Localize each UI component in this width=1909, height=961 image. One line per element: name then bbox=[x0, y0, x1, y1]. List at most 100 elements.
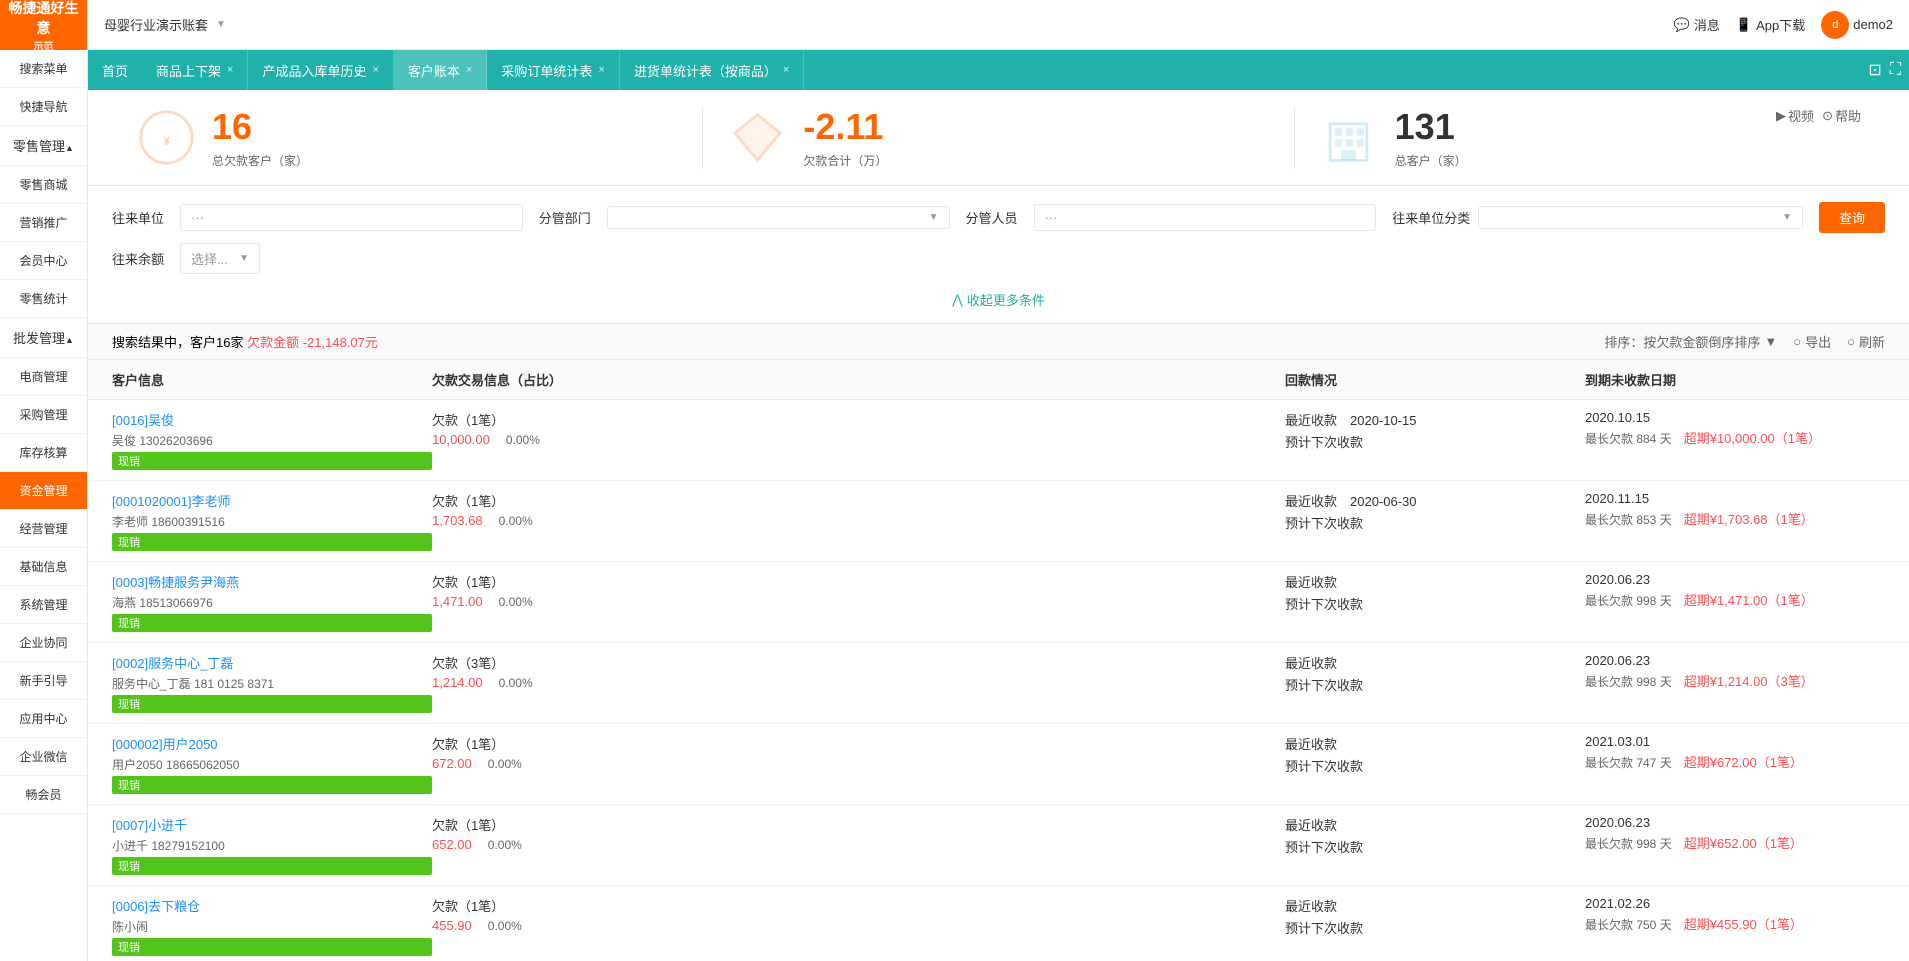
customer-name-link[interactable]: [0003]畅捷服务尹海燕 bbox=[112, 572, 432, 591]
overdue-link[interactable]: 超期¥652.00（1笔） bbox=[1684, 836, 1803, 851]
debt-count: 欠款（1笔） bbox=[432, 896, 1285, 915]
tab-label: 客户账本 bbox=[408, 61, 460, 80]
diamond-icon bbox=[727, 108, 787, 168]
debt-amount: 672.00 bbox=[432, 756, 472, 771]
customer-name-link[interactable]: [0016]吴俊 bbox=[112, 410, 432, 429]
sidebar-item-15[interactable]: 企业协同 bbox=[0, 624, 87, 662]
overdue-info-2: 2020.06.23 最长欠款 998 天 超期¥1,471.00（1笔） bbox=[1585, 572, 1885, 609]
stat-card-3: 131 总客户（家） ▶ 视频 ⊙ 帮助 bbox=[1295, 106, 1885, 169]
customer-phone: 小进千 18279152100 bbox=[112, 837, 432, 854]
tab-item-4[interactable]: 进货单统计表（按商品） × bbox=[620, 50, 804, 90]
sidebar-item-5[interactable]: 会员中心 bbox=[0, 242, 87, 280]
branch-dept-select[interactable]: ▼ bbox=[607, 206, 950, 229]
refresh-btn[interactable]: ○ 刷新 bbox=[1847, 332, 1885, 351]
tab-close-btn[interactable]: × bbox=[227, 64, 233, 76]
sidebar-item-18[interactable]: 企业微信 bbox=[0, 738, 87, 776]
branch-person-input[interactable]: ··· bbox=[1034, 204, 1377, 231]
customer-tag: 现销 bbox=[112, 614, 432, 632]
arrow-icon: ▲ bbox=[65, 335, 74, 345]
tab-item-1[interactable]: 产成品入库单历史× bbox=[248, 50, 393, 90]
sidebar-item-12[interactable]: 经营管理 bbox=[0, 510, 87, 548]
sidebar-item-7[interactable]: 批发管理▲ bbox=[0, 318, 87, 358]
topbar-right: 💬 消息 📱 App下载 d demo2 bbox=[1674, 11, 1893, 39]
sidebar-item-16[interactable]: 新手引导 bbox=[0, 662, 87, 700]
tab-close-btn[interactable]: × bbox=[466, 64, 472, 76]
overdue-link[interactable]: 超期¥455.90（1笔） bbox=[1684, 917, 1803, 932]
balance-select[interactable]: 选择... ▼ bbox=[180, 243, 260, 274]
customer-info-1: [0001020001]李老师 李老师 18600391516 现销 bbox=[112, 491, 432, 551]
tab-item-3[interactable]: 采购订单统计表× bbox=[487, 50, 619, 90]
customer-phone: 海燕 18513066976 bbox=[112, 594, 432, 611]
sidebar-item-2[interactable]: 零售管理▲ bbox=[0, 126, 87, 166]
sidebar-item-19[interactable]: 畅会员 bbox=[0, 776, 87, 814]
debt-total-value: 欠款金额 -21,148.07元 bbox=[247, 335, 378, 350]
app-download-btn[interactable]: 📱 App下载 bbox=[1736, 15, 1805, 34]
debt-info-1: 欠款（1笔） 1,703.68 0.00% bbox=[432, 491, 1285, 528]
debt-count: 欠款（1笔） bbox=[432, 815, 1285, 834]
overdue-link[interactable]: 超期¥1,703.68（1笔） bbox=[1684, 512, 1814, 527]
overdue-link[interactable]: 超期¥10,000.00（1笔） bbox=[1684, 431, 1821, 446]
tab-close-btn[interactable]: × bbox=[372, 64, 378, 76]
collapse-btn[interactable]: ⋀ 收起更多条件 bbox=[112, 284, 1885, 315]
tab-close-btn[interactable]: × bbox=[598, 64, 604, 76]
sidebar-item-6[interactable]: 零售统计 bbox=[0, 280, 87, 318]
user-menu-btn[interactable]: d demo2 bbox=[1821, 11, 1893, 39]
sidebar-item-8[interactable]: 电商管理 bbox=[0, 358, 87, 396]
customer-name-link[interactable]: [000002]用户2050 bbox=[112, 734, 432, 753]
debt-amount: 455.90 bbox=[432, 918, 472, 933]
overdue-link[interactable]: 超期¥1,471.00（1笔） bbox=[1684, 593, 1814, 608]
customer-tag: 现销 bbox=[112, 857, 432, 875]
overdue-link[interactable]: 超期¥1,214.00（3笔） bbox=[1684, 674, 1814, 689]
window-restore-icon[interactable]: ⊡ bbox=[1868, 60, 1881, 80]
tab-label: 商品上下架 bbox=[156, 61, 221, 80]
sidebar-item-3[interactable]: 零售商城 bbox=[0, 166, 87, 204]
tab-home[interactable]: 首页 bbox=[88, 50, 142, 90]
overdue-date: 2020.11.15 bbox=[1585, 491, 1885, 506]
customer-name-link[interactable]: [0002]服务中心_丁磊 bbox=[112, 653, 432, 672]
stat-top-actions: ▶ 视频 ⊙ 帮助 bbox=[1776, 106, 1861, 125]
dropdown-icon[interactable]: ▼ bbox=[216, 19, 226, 30]
sidebar-item-11[interactable]: 资金管理 bbox=[0, 472, 87, 510]
sidebar-item-1[interactable]: 快捷导航 bbox=[0, 88, 87, 126]
source-unit-input[interactable]: ··· bbox=[180, 204, 523, 231]
industry-label[interactable]: 母婴行业演示账套 bbox=[104, 15, 208, 34]
overdue-link[interactable]: 超期¥672.00（1笔） bbox=[1684, 755, 1803, 770]
video-btn[interactable]: ▶ 视频 bbox=[1776, 106, 1814, 125]
message-btn[interactable]: 💬 消息 bbox=[1674, 15, 1720, 34]
overdue-days: 最长欠款 747 天 超期¥672.00（1笔） bbox=[1585, 752, 1885, 771]
tab-item-2[interactable]: 客户账本 × bbox=[394, 50, 487, 90]
source-unit-class-select[interactable]: ▼ bbox=[1478, 206, 1803, 229]
table-row-4: [000002]用户2050 用户2050 18665062050 现销 欠款（… bbox=[88, 724, 1909, 804]
tab-item-0[interactable]: 商品上下架 × bbox=[142, 50, 248, 90]
customer-name-link[interactable]: [0006]去下粮仓 bbox=[112, 896, 432, 915]
sidebar-item-14[interactable]: 系统管理 bbox=[0, 586, 87, 624]
help-btn[interactable]: ⊙ 帮助 bbox=[1822, 106, 1861, 125]
tab-label: 进货单统计表（按商品） bbox=[634, 61, 777, 80]
filter-row-1: 往来单位 ··· 分管部门 ▼ 分管人员 ··· bbox=[112, 202, 1885, 233]
export-label: 导出 bbox=[1805, 332, 1831, 351]
sort-label: 排序：按欠款金额倒序排序 ▼ bbox=[1604, 332, 1777, 351]
last-collection-label: 最近收款 bbox=[1285, 896, 1585, 915]
debt-amount: 1,471.00 bbox=[432, 594, 483, 609]
sidebar-item-4[interactable]: 营销推广 bbox=[0, 204, 87, 242]
tab-close-btn[interactable]: × bbox=[783, 64, 789, 76]
refresh-label: 刷新 bbox=[1859, 332, 1885, 351]
overdue-info-4: 2021.03.01 最长欠款 747 天 超期¥672.00（1笔） bbox=[1585, 734, 1885, 771]
window-expand-icon[interactable]: ⛶ bbox=[1890, 61, 1901, 79]
table-row-5: [0007]小进千 小进千 18279152100 现销 欠款（1笔） 652.… bbox=[88, 805, 1909, 885]
sidebar-logo: 畅捷通好生意 示范 bbox=[0, 0, 87, 50]
customer-name-link[interactable]: [0001020001]李老师 bbox=[112, 491, 432, 510]
sidebar-item-10[interactable]: 库存核算 bbox=[0, 434, 87, 472]
sidebar-item-9[interactable]: 采购管理 bbox=[0, 396, 87, 434]
sidebar-item-0[interactable]: 搜索菜单 bbox=[0, 50, 87, 88]
filter-source-unit-class: 往来单位分类 ▼ bbox=[1392, 206, 1803, 229]
query-button[interactable]: 查询 bbox=[1819, 202, 1885, 233]
customer-name-link[interactable]: [0007]小进千 bbox=[112, 815, 432, 834]
overdue-date: 2020.06.23 bbox=[1585, 572, 1885, 587]
sidebar-item-13[interactable]: 基础信息 bbox=[0, 548, 87, 586]
sidebar-item-17[interactable]: 应用中心 bbox=[0, 700, 87, 738]
tabs-right-actions: ⊡ ⛶ bbox=[1868, 60, 1909, 80]
export-btn[interactable]: ○ 导出 bbox=[1793, 332, 1831, 351]
sidebar-label: 零售管理 bbox=[13, 139, 65, 154]
sidebar-label: 批发管理 bbox=[13, 331, 65, 346]
